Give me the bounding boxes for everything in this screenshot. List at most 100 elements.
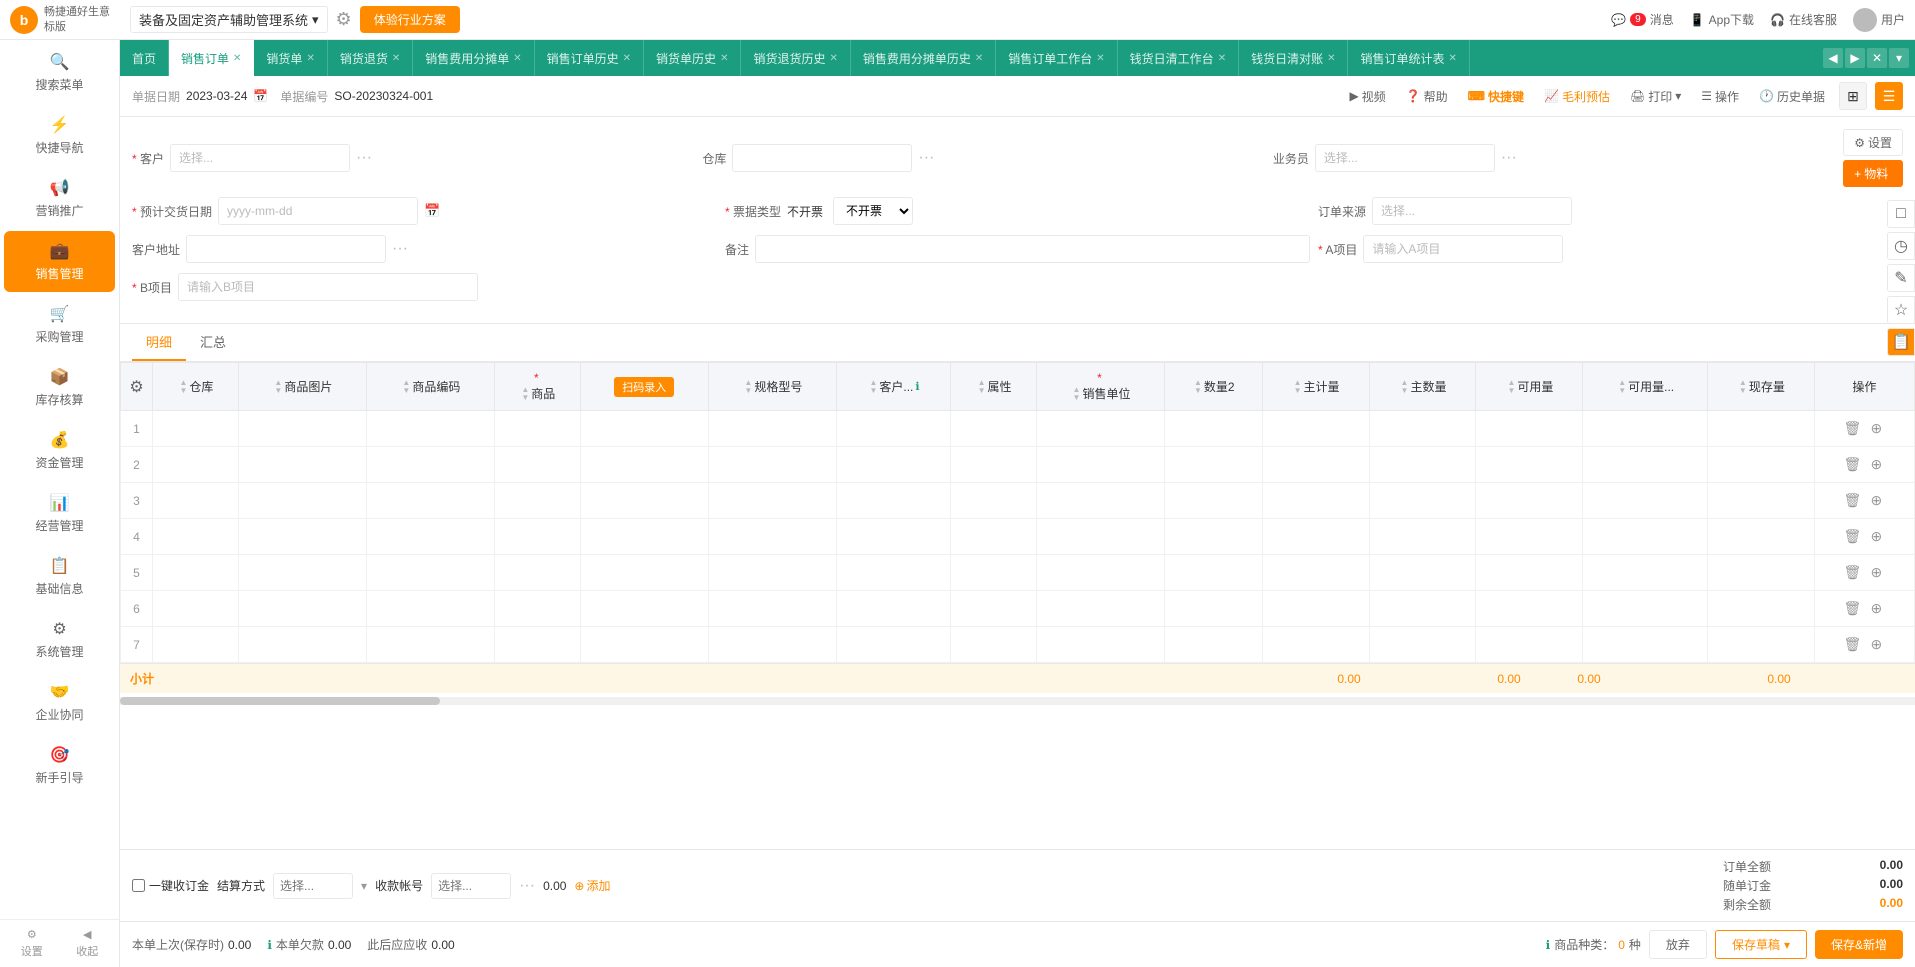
salesperson-more-icon[interactable]: ··· [1501, 149, 1517, 167]
qty2-sort-icon[interactable]: ▲▼ [1194, 379, 1202, 395]
one-click-checkbox[interactable] [132, 879, 145, 892]
tab-detail[interactable]: 明细 [132, 324, 186, 361]
sidebar-collapse[interactable]: ◀ 收起 [76, 928, 98, 959]
right-btn-3[interactable]: ✎ [1887, 264, 1915, 292]
tab-6[interactable]: 销货单历史✕ [644, 40, 741, 76]
product-sort-icon[interactable]: ▲▼ [521, 386, 529, 402]
col-settings[interactable]: ⚙ [121, 363, 153, 411]
delivery-calendar-icon[interactable]: 📅 [424, 203, 440, 219]
draft-chevron-icon[interactable]: ▾ [1784, 938, 1790, 952]
operate-button[interactable]: ☰ 操作 [1695, 86, 1745, 107]
note-input[interactable] [755, 235, 1310, 263]
invoice-select[interactable]: 不开票 [833, 197, 913, 225]
sidebar-item-基础信息[interactable]: 📋 基础信息 [4, 546, 115, 607]
bank-more-icon[interactable]: ··· [519, 877, 535, 895]
history-button[interactable]: 🕐 历史单据 [1753, 86, 1831, 107]
code-sort-icon[interactable]: ▲▼ [402, 379, 410, 395]
sidebar-settings[interactable]: ⚙ 设置 [21, 928, 43, 959]
row-delete-4[interactable]: 🗑 [1842, 527, 1862, 547]
tab-close-6[interactable]: ✕ [720, 53, 728, 64]
sidebar-item-系统管理[interactable]: ⚙ 系统管理 [4, 609, 115, 670]
tab-12[interactable]: 销售订单统计表✕ [1348, 40, 1469, 76]
row-copy-4[interactable]: ⊕ [1866, 527, 1886, 547]
tab-close-5[interactable]: ✕ [623, 53, 631, 64]
tab-7[interactable]: 销货退货历史✕ [741, 40, 850, 76]
info-icon-2[interactable]: ℹ [1546, 938, 1551, 952]
number-value[interactable]: SO-20230324-001 [334, 89, 433, 103]
mainunit-sort-icon[interactable]: ▲▼ [1294, 379, 1302, 395]
tab-close-2[interactable]: ✕ [306, 53, 314, 64]
tab-prev-button[interactable]: ◀ [1823, 48, 1843, 68]
row-delete-2[interactable]: 🗑 [1842, 455, 1862, 475]
spec-sort-icon[interactable]: ▲▼ [744, 379, 752, 395]
project-b-input[interactable] [178, 273, 478, 301]
avail2-sort-icon[interactable]: ▲▼ [1618, 379, 1626, 395]
tab-1[interactable]: 销售订单✕ [169, 40, 254, 76]
row-delete-1[interactable]: 🗑 [1842, 419, 1862, 439]
unit-sort-icon[interactable]: ▲▼ [1073, 386, 1081, 402]
scrollbar-thumb[interactable] [120, 697, 440, 705]
sidebar-item-新手引导[interactable]: 🎯 新手引导 [4, 735, 115, 796]
tab-close-9[interactable]: ✕ [1096, 53, 1104, 64]
save-draft-button[interactable]: 保存草稿 ▾ [1715, 930, 1807, 959]
help-button[interactable]: ❓ 帮助 [1400, 86, 1454, 107]
tab-0[interactable]: 首页 [120, 40, 169, 76]
right-btn-1[interactable]: □ [1887, 200, 1915, 228]
tab-9[interactable]: 销售订单工作台✕ [996, 40, 1117, 76]
tab-3[interactable]: 销货退货✕ [328, 40, 413, 76]
row-copy-7[interactable]: ⊕ [1866, 635, 1886, 655]
scan-button[interactable]: 扫码录入 [614, 377, 674, 397]
tab-11[interactable]: 钱货日清对账✕ [1239, 40, 1348, 76]
row-delete-5[interactable]: 🗑 [1842, 563, 1862, 583]
discard-button[interactable]: 放弃 [1649, 930, 1707, 959]
row-copy-6[interactable]: ⊕ [1866, 599, 1886, 619]
sidebar-item-企业协同[interactable]: 🤝 企业协同 [4, 672, 115, 733]
tab-close-10[interactable]: ✕ [1218, 53, 1226, 64]
warehouse-input[interactable]: 成品库 [732, 144, 912, 172]
calendar-icon[interactable]: 📅 [253, 89, 268, 103]
img-sort-icon[interactable]: ▲▼ [274, 379, 282, 395]
balance-info-icon[interactable]: ℹ [267, 938, 272, 952]
tab-5[interactable]: 销售订单历史✕ [535, 40, 644, 76]
settings-gear-icon[interactable]: ⚙ [336, 9, 352, 30]
tab-summary[interactable]: 汇总 [186, 324, 240, 361]
delivery-input[interactable] [218, 197, 418, 225]
tab-close-1[interactable]: ✕ [233, 53, 241, 64]
online-service-item[interactable]: 🎧 在线客服 [1770, 11, 1837, 28]
tab-close-7[interactable]: ✕ [829, 53, 837, 64]
right-btn-2[interactable]: ◷ [1887, 232, 1915, 260]
solution-button[interactable]: 体验行业方案 [360, 6, 460, 33]
tab-close-12[interactable]: ✕ [1449, 53, 1457, 64]
customer-input[interactable] [170, 144, 350, 172]
row-delete-6[interactable]: 🗑 [1842, 599, 1862, 619]
settings-button[interactable]: ⚙ 设置 [1843, 129, 1903, 156]
sidebar-item-采购管理[interactable]: 🛒 采购管理 [4, 294, 115, 355]
address-more-icon[interactable]: ··· [392, 240, 408, 258]
tab-close-8[interactable]: ✕ [975, 53, 983, 64]
warehouse-sort-icon[interactable]: ▲▼ [179, 379, 187, 395]
order-source-input[interactable] [1372, 197, 1572, 225]
list-view-button[interactable]: ☰ [1875, 82, 1903, 110]
tab-close-4[interactable]: ✕ [513, 53, 521, 64]
view-button[interactable]: ▶ 视频 [1343, 86, 1391, 107]
customer-more-icon[interactable]: ··· [356, 149, 372, 167]
row-copy-2[interactable]: ⊕ [1866, 455, 1886, 475]
tab-next-button[interactable]: ▶ [1845, 48, 1865, 68]
project-a-input[interactable] [1363, 235, 1563, 263]
shortcut-button[interactable]: ⌨ 快捷键 [1462, 86, 1530, 107]
print-button[interactable]: 🖨 打印 ▾ [1624, 86, 1687, 107]
profit-button[interactable]: 📈 毛利预估 [1538, 86, 1616, 107]
warehouse-more-icon[interactable]: ··· [918, 149, 934, 167]
salesperson-input[interactable] [1315, 144, 1495, 172]
tab-close-11[interactable]: ✕ [1327, 53, 1335, 64]
sidebar-item-库存核算[interactable]: 📦 库存核算 [4, 357, 115, 418]
row-delete-3[interactable]: 🗑 [1842, 491, 1862, 511]
sidebar-item-快捷导航[interactable]: ⚡ 快捷导航 [4, 105, 115, 166]
tab-8[interactable]: 销售费用分摊单历史✕ [851, 40, 996, 76]
notification-item[interactable]: 💬 9 消息 [1611, 11, 1674, 28]
address-input[interactable] [186, 235, 386, 263]
payment-method-input[interactable] [273, 873, 353, 899]
bank-account-input[interactable] [431, 873, 511, 899]
row-copy-5[interactable]: ⊕ [1866, 563, 1886, 583]
tab-close-3[interactable]: ✕ [392, 53, 400, 64]
